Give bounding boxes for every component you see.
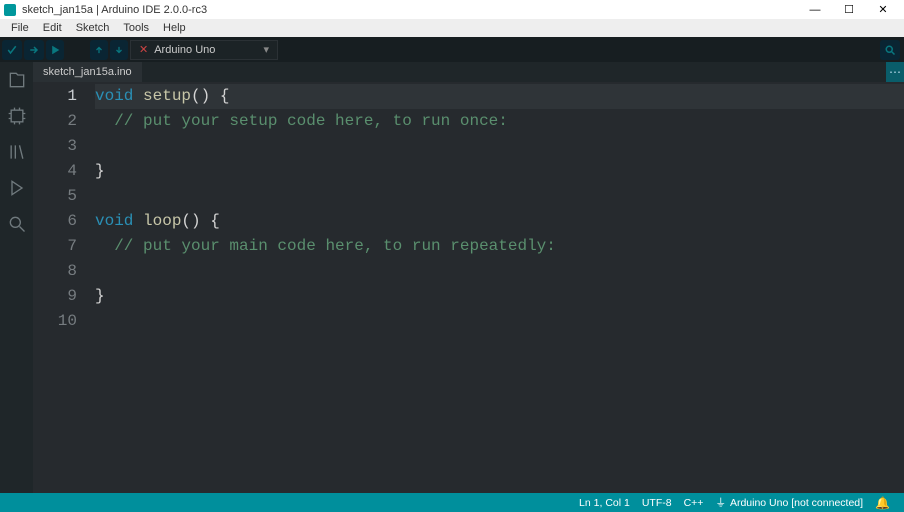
- status-language[interactable]: C++: [678, 497, 710, 509]
- code-line[interactable]: [95, 184, 904, 209]
- menu-edit[interactable]: Edit: [36, 22, 69, 34]
- status-board-label: Arduino Uno [not connected]: [730, 497, 863, 509]
- code-content[interactable]: void setup() { // put your setup code he…: [95, 82, 904, 493]
- tab-label: sketch_jan15a.ino: [43, 66, 132, 78]
- code-line[interactable]: [95, 309, 904, 334]
- code-line[interactable]: void loop() {: [95, 209, 904, 234]
- line-number: 5: [33, 184, 77, 209]
- tab-bar: sketch_jan15a.ino ⋯: [33, 62, 904, 82]
- line-number: 1: [33, 84, 77, 109]
- open-button[interactable]: [90, 40, 108, 60]
- toolbar: ✕ Arduino Uno ▾: [0, 37, 904, 62]
- menu-tools[interactable]: Tools: [116, 22, 156, 34]
- explorer-icon[interactable]: [5, 68, 29, 92]
- line-number: 2: [33, 109, 77, 134]
- app-icon: [4, 4, 16, 16]
- code-line[interactable]: }: [95, 159, 904, 184]
- debug-icon[interactable]: [5, 176, 29, 200]
- line-number: 6: [33, 209, 77, 234]
- code-line[interactable]: [95, 259, 904, 284]
- tab-sketch[interactable]: sketch_jan15a.ino: [33, 62, 143, 82]
- notifications-button[interactable]: 🔔: [869, 496, 896, 510]
- save-button[interactable]: [110, 40, 128, 60]
- editor-area: sketch_jan15a.ino ⋯ 12345678910 void set…: [33, 62, 904, 493]
- serial-monitor-button[interactable]: [880, 40, 900, 60]
- status-encoding[interactable]: UTF-8: [636, 497, 678, 509]
- line-number: 7: [33, 234, 77, 259]
- code-line[interactable]: }: [95, 284, 904, 309]
- window-maximize-button[interactable]: ☐: [832, 0, 866, 19]
- menu-bar: File Edit Sketch Tools Help: [0, 19, 904, 37]
- window-minimize-button[interactable]: —: [798, 0, 832, 19]
- code-editor[interactable]: 12345678910 void setup() { // put your s…: [33, 82, 904, 493]
- board-manager-icon[interactable]: [5, 104, 29, 128]
- chevron-down-icon: ▾: [263, 43, 269, 56]
- tab-overflow-button[interactable]: ⋯: [886, 62, 904, 82]
- window-title: sketch_jan15a | Arduino IDE 2.0.0-rc3: [22, 4, 207, 16]
- status-cursor[interactable]: Ln 1, Col 1: [573, 497, 636, 509]
- line-number: 3: [33, 134, 77, 159]
- search-icon[interactable]: [5, 212, 29, 236]
- status-bar: Ln 1, Col 1 UTF-8 C++ ⏚ Arduino Uno [not…: [0, 493, 904, 512]
- menu-sketch[interactable]: Sketch: [69, 22, 117, 34]
- plug-icon: ⏚: [715, 495, 726, 510]
- code-line[interactable]: // put your setup code here, to run once…: [95, 109, 904, 134]
- verify-button[interactable]: [2, 40, 22, 60]
- line-number: 10: [33, 309, 77, 334]
- status-board[interactable]: ⏚ Arduino Uno [not connected]: [709, 495, 869, 510]
- line-number-gutter: 12345678910: [33, 82, 95, 493]
- library-icon[interactable]: [5, 140, 29, 164]
- menu-file[interactable]: File: [4, 22, 36, 34]
- board-status-icon: ✕: [139, 43, 148, 56]
- board-selector[interactable]: ✕ Arduino Uno ▾: [130, 40, 278, 60]
- window-titlebar: sketch_jan15a | Arduino IDE 2.0.0-rc3 — …: [0, 0, 904, 19]
- debug-run-button[interactable]: [46, 40, 64, 60]
- window-close-button[interactable]: ✕: [866, 0, 900, 19]
- code-line[interactable]: void setup() {: [95, 84, 904, 109]
- menu-help[interactable]: Help: [156, 22, 193, 34]
- upload-button[interactable]: [24, 40, 44, 60]
- main-area: sketch_jan15a.ino ⋯ 12345678910 void set…: [0, 62, 904, 493]
- line-number: 9: [33, 284, 77, 309]
- activity-bar: [0, 62, 33, 493]
- code-line[interactable]: [95, 134, 904, 159]
- board-selector-label: Arduino Uno: [154, 44, 215, 56]
- line-number: 4: [33, 159, 77, 184]
- line-number: 8: [33, 259, 77, 284]
- code-line[interactable]: // put your main code here, to run repea…: [95, 234, 904, 259]
